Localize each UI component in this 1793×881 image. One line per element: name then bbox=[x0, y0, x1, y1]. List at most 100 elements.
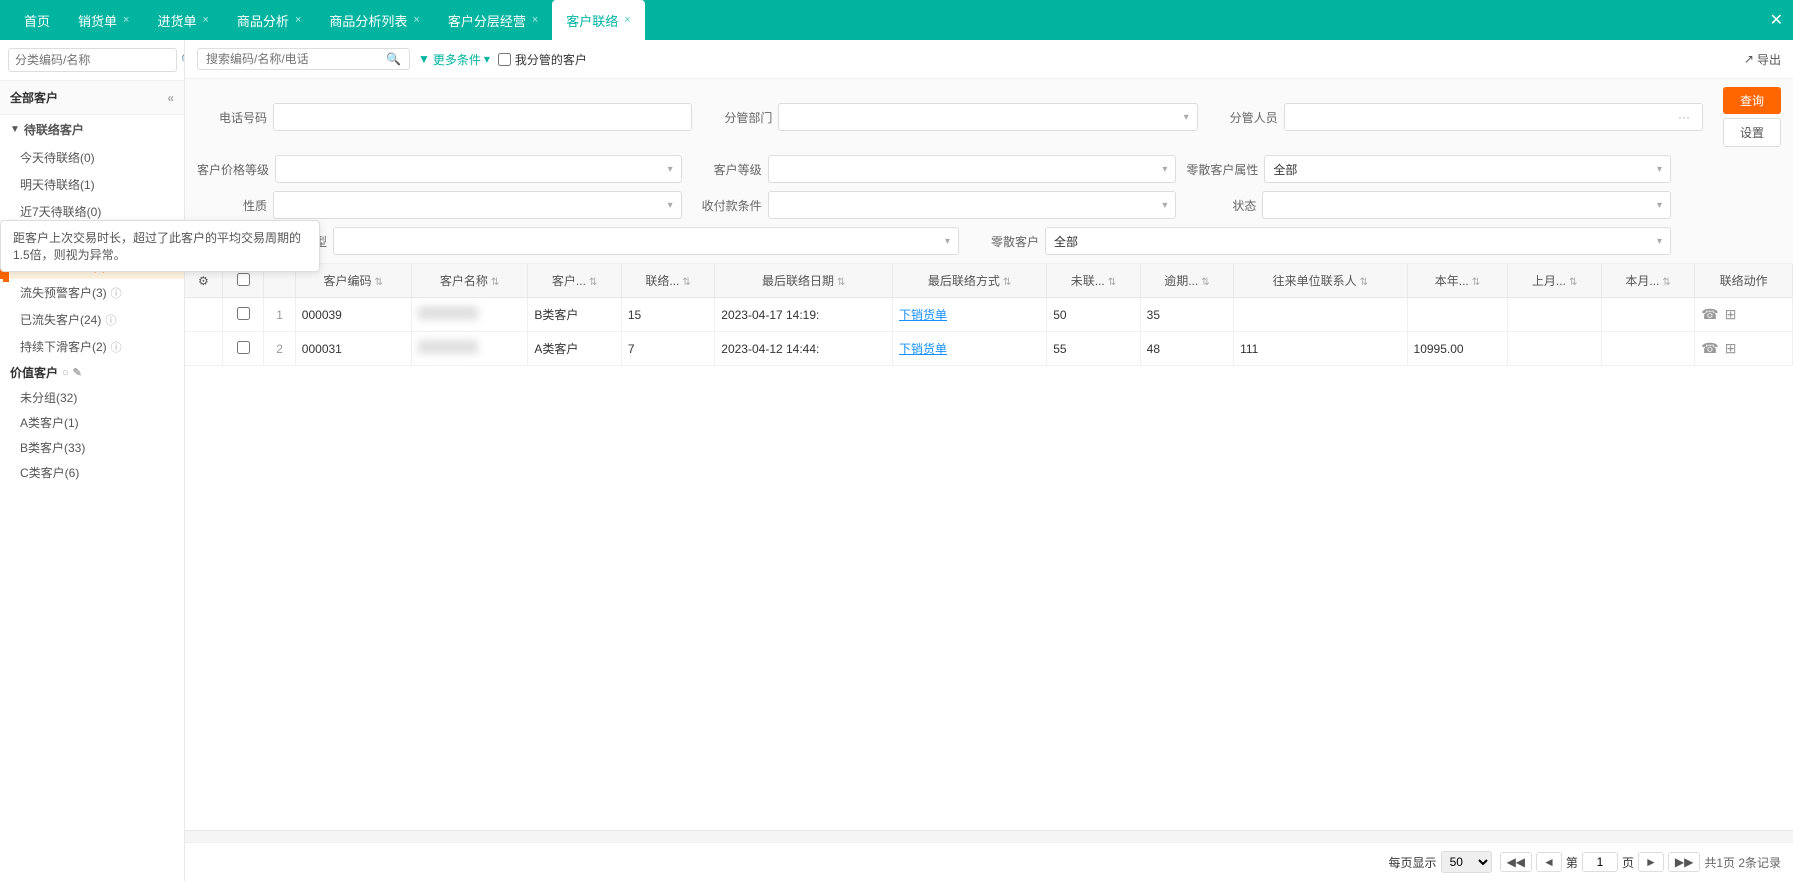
dept-chevron: ▾ bbox=[1184, 112, 1189, 123]
payment-select[interactable]: ▾ bbox=[768, 191, 1177, 219]
settings-button[interactable]: 设置 bbox=[1723, 118, 1781, 147]
col-this-year[interactable]: 本年...⇅ bbox=[1407, 264, 1508, 298]
col-type[interactable]: 客户...⇅ bbox=[528, 264, 621, 298]
sidebar-search-input[interactable] bbox=[8, 48, 177, 72]
search-input-wrap: 🔍 bbox=[197, 48, 410, 70]
retail-customer-select[interactable]: 全部 ▾ bbox=[1045, 227, 1671, 255]
nav-home[interactable]: 首页 bbox=[10, 0, 64, 40]
next-page-btn[interactable]: ► bbox=[1638, 852, 1664, 872]
col-last-month[interactable]: 上月...⇅ bbox=[1508, 264, 1601, 298]
close-purchase-order[interactable]: × bbox=[202, 14, 208, 26]
sort-uncontacted-icon: ⇅ bbox=[1108, 277, 1116, 288]
close-sales-order[interactable]: × bbox=[123, 14, 129, 26]
more-conditions-btn[interactable]: ▼ 更多条件 ▾ bbox=[418, 51, 490, 68]
person-select[interactable]: ··· bbox=[1284, 103, 1703, 131]
last-page-btn[interactable]: ▶▶ bbox=[1668, 852, 1700, 872]
col-name[interactable]: 客户名称⇅ bbox=[411, 264, 528, 298]
retail-attr-select[interactable]: 全部 ▾ bbox=[1264, 155, 1671, 183]
sidebar-item-tomorrow[interactable]: 明天待联络(1) bbox=[0, 171, 184, 198]
cell-code-2: 000031 bbox=[295, 332, 411, 366]
sidebar-value-c[interactable]: C类客户(6) bbox=[0, 460, 184, 485]
sidebar-item-churned[interactable]: 已流失客户(24) ⓘ bbox=[0, 306, 184, 333]
action-phone-2[interactable]: ☎ bbox=[1701, 340, 1718, 357]
my-customers-checkbox-area[interactable]: 我分管的客户 bbox=[498, 51, 587, 68]
filter-customer-grade: 客户等级 ▾ bbox=[692, 155, 1177, 183]
page-size-select[interactable]: 10 20 50 100 bbox=[1441, 851, 1492, 873]
cell-num-2: 2 bbox=[264, 332, 295, 366]
first-page-btn[interactable]: ◀◀ bbox=[1500, 852, 1532, 872]
sidebar-collapse-icon[interactable]: « bbox=[167, 91, 174, 105]
customer-type-select[interactable]: ▾ bbox=[333, 227, 959, 255]
sort-contact-icon: ⇅ bbox=[682, 277, 690, 288]
page-number-input[interactable] bbox=[1582, 852, 1618, 872]
triangle-icon: ▼ bbox=[10, 124, 20, 135]
col-unit-contact[interactable]: 往来单位联系人⇅ bbox=[1234, 264, 1407, 298]
col-last-date[interactable]: 最后联络日期⇅ bbox=[715, 264, 893, 298]
edit-icon[interactable]: ○ bbox=[62, 367, 69, 379]
person-dots[interactable]: ··· bbox=[1674, 110, 1694, 124]
link-sales-order-1[interactable]: 下销货单 bbox=[899, 308, 947, 322]
filter-customer-type: 客户类型 ▾ bbox=[257, 227, 959, 255]
close-product-analysis-list[interactable]: × bbox=[413, 14, 419, 26]
gender-chevron: ▾ bbox=[668, 200, 673, 211]
sort-name-icon: ⇅ bbox=[491, 277, 499, 288]
nav-product-analysis[interactable]: 商品分析 × bbox=[223, 0, 315, 40]
col-this-month[interactable]: 本月...⇅ bbox=[1601, 264, 1694, 298]
edit-pencil-icon[interactable]: ✎ bbox=[73, 366, 82, 379]
cell-settings-1 bbox=[185, 298, 222, 332]
cell-type-1: B类客户 bbox=[528, 298, 621, 332]
cell-contact-1: 15 bbox=[621, 298, 714, 332]
price-grade-chevron: ▾ bbox=[668, 164, 673, 175]
nav-customer-tier[interactable]: 客户分层经营 × bbox=[434, 0, 552, 40]
col-overdue[interactable]: 逾期...⇅ bbox=[1140, 264, 1233, 298]
col-uncontacted[interactable]: 未联...⇅ bbox=[1047, 264, 1140, 298]
sidebar-item-churn-warning[interactable]: 流失预警客户(3) ⓘ bbox=[0, 279, 184, 306]
nav-sales-order[interactable]: 销货单 × bbox=[64, 0, 143, 40]
filter-actions: 查询 设置 bbox=[1723, 87, 1781, 147]
export-button[interactable]: ↗ 导出 bbox=[1744, 51, 1781, 68]
dept-select[interactable]: ▾ bbox=[778, 103, 1197, 131]
close-all-tabs[interactable]: ✕ bbox=[1770, 10, 1783, 30]
prev-page-btn[interactable]: ◄ bbox=[1536, 852, 1562, 872]
sidebar-item-declining[interactable]: 持续下滑客户(2) ⓘ bbox=[0, 333, 184, 360]
price-grade-select[interactable]: ▾ bbox=[275, 155, 682, 183]
sidebar-value-b[interactable]: B类客户(33) bbox=[0, 435, 184, 460]
nav-purchase-order[interactable]: 进货单 × bbox=[143, 0, 222, 40]
sidebar-item-today[interactable]: 今天待联络(0) bbox=[0, 144, 184, 171]
row2-checkbox[interactable] bbox=[237, 341, 250, 354]
sidebar-value-ungroup[interactable]: 未分组(32) bbox=[0, 385, 184, 410]
row1-checkbox[interactable] bbox=[237, 307, 250, 320]
sidebar-group-pending[interactable]: ▼ 待联络客户 bbox=[0, 115, 184, 144]
cell-lastdate-2: 2023-04-12 14:44: bbox=[715, 332, 893, 366]
page-navigation: ◀◀ ◄ 第 页 ► ▶▶ 共1页 2条记录 bbox=[1500, 852, 1781, 872]
select-all-checkbox[interactable] bbox=[237, 273, 250, 286]
action-grid-2[interactable]: ⊞ bbox=[1725, 340, 1737, 357]
col-contact[interactable]: 联络...⇅ bbox=[621, 264, 714, 298]
sidebar-value-a[interactable]: A类客户(1) bbox=[0, 410, 184, 435]
action-phone-1[interactable]: ☎ bbox=[1701, 306, 1718, 323]
search-input[interactable] bbox=[206, 52, 386, 66]
close-product-analysis[interactable]: × bbox=[295, 14, 301, 26]
action-grid-1[interactable]: ⊞ bbox=[1725, 306, 1737, 323]
nav-product-analysis-list[interactable]: 商品分析列表 × bbox=[315, 0, 433, 40]
retail-customer-chevron: ▾ bbox=[1657, 236, 1662, 247]
close-customer-contact[interactable]: × bbox=[624, 14, 630, 26]
close-customer-tier[interactable]: × bbox=[532, 14, 538, 26]
link-sales-order-2[interactable]: 下销货单 bbox=[899, 342, 947, 356]
action-icons-2: ☎ ⊞ bbox=[1701, 340, 1786, 357]
horizontal-scrollbar[interactable] bbox=[185, 830, 1793, 842]
col-last-method[interactable]: 最后联络方式⇅ bbox=[893, 264, 1047, 298]
my-customers-checkbox[interactable] bbox=[498, 53, 511, 66]
cell-lastmonth-1 bbox=[1508, 298, 1601, 332]
status-select[interactable]: ▾ bbox=[1262, 191, 1671, 219]
nav-customer-contact[interactable]: 客户联络 × bbox=[552, 0, 644, 40]
gender-select[interactable]: ▾ bbox=[273, 191, 682, 219]
query-button[interactable]: 查询 bbox=[1723, 87, 1781, 114]
data-table-container: ⚙ 客户编码⇅ 客户名称⇅ 客户...⇅ 联络...⇅ 最后联络日期⇅ 最后联络… bbox=[185, 264, 1793, 830]
customer-grade-select[interactable]: ▾ bbox=[768, 155, 1177, 183]
filter-row-2: 客户价格等级 ▾ 客户等级 ▾ 零散客户属性 全部 bbox=[197, 155, 1781, 183]
sort-unitcontact-icon: ⇅ bbox=[1360, 277, 1368, 288]
filter-payment: 收付款条件 ▾ bbox=[692, 191, 1177, 219]
phone-input[interactable] bbox=[273, 103, 692, 131]
cell-code-1: 000039 bbox=[295, 298, 411, 332]
